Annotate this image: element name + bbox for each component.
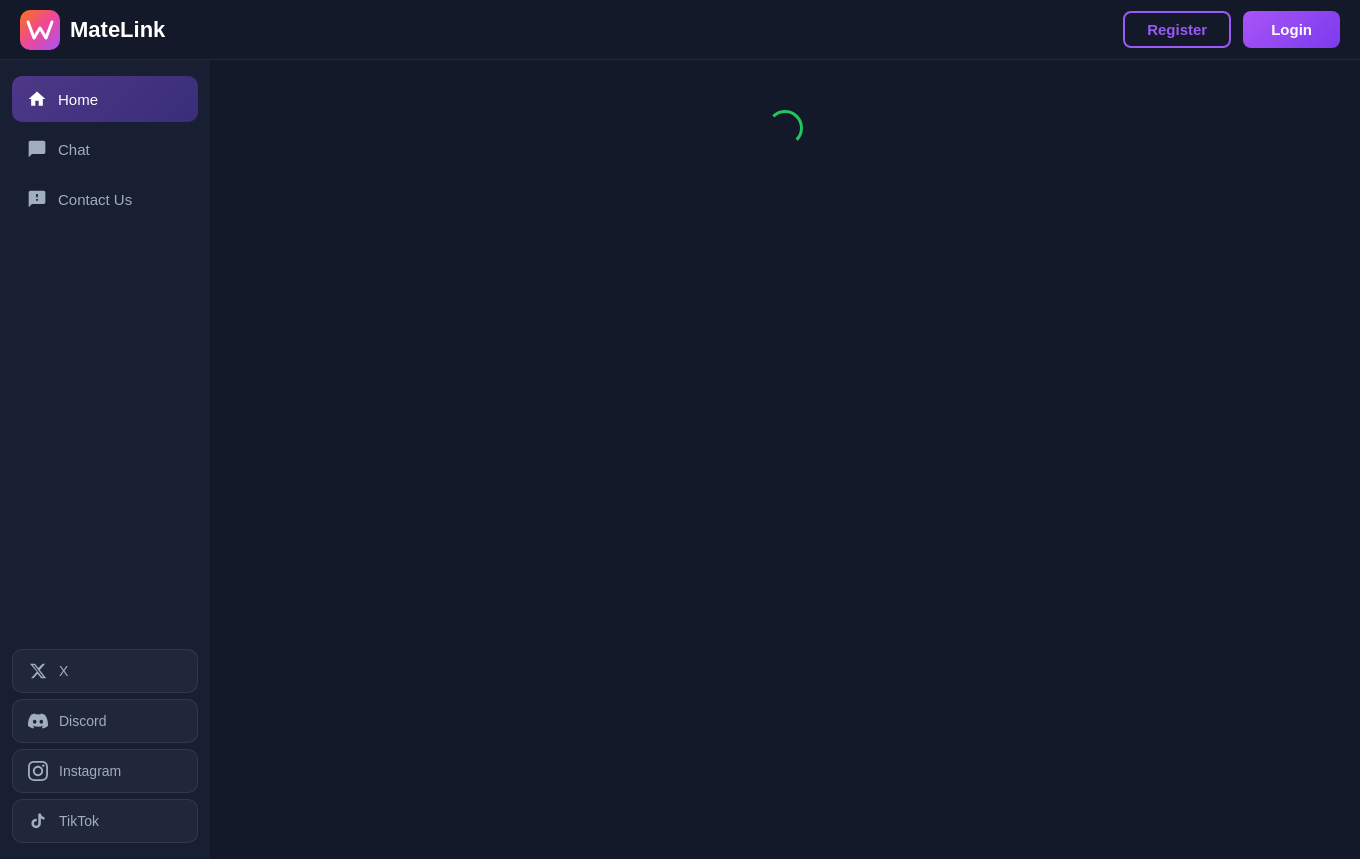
- sidebar-nav: Home Chat Contact Us: [12, 76, 198, 641]
- social-item-x-label: X: [59, 663, 68, 679]
- home-icon: [26, 88, 48, 110]
- instagram-icon: [27, 760, 49, 782]
- sidebar-item-chat-label: Chat: [58, 141, 90, 158]
- loading-spinner: [767, 110, 803, 146]
- brand-logo-icon: [20, 10, 60, 50]
- topnav: MateLink Register Login: [0, 0, 1360, 60]
- social-item-instagram-label: Instagram: [59, 763, 121, 779]
- nav-buttons: Register Login: [1123, 11, 1340, 48]
- x-icon: [27, 660, 49, 682]
- sidebar-item-home[interactable]: Home: [12, 76, 198, 122]
- brand-logo-link[interactable]: MateLink: [20, 10, 165, 50]
- sidebar-social: X Discord Instagram: [12, 649, 198, 843]
- login-button[interactable]: Login: [1243, 11, 1340, 48]
- contact-icon: [26, 188, 48, 210]
- chat-icon: [26, 138, 48, 160]
- main-content: [210, 60, 1360, 859]
- register-button[interactable]: Register: [1123, 11, 1231, 48]
- tiktok-icon: [27, 810, 49, 832]
- sidebar: Home Chat Contact Us: [0, 60, 210, 859]
- social-item-discord-label: Discord: [59, 713, 106, 729]
- sidebar-item-contact[interactable]: Contact Us: [12, 176, 198, 222]
- social-item-discord[interactable]: Discord: [12, 699, 198, 743]
- spinner-arc: [767, 110, 803, 146]
- social-item-tiktok[interactable]: TikTok: [12, 799, 198, 843]
- sidebar-item-contact-label: Contact Us: [58, 191, 132, 208]
- sidebar-item-chat[interactable]: Chat: [12, 126, 198, 172]
- sidebar-item-home-label: Home: [58, 91, 98, 108]
- social-item-instagram[interactable]: Instagram: [12, 749, 198, 793]
- discord-icon: [27, 710, 49, 732]
- social-item-tiktok-label: TikTok: [59, 813, 99, 829]
- brand-name-text: MateLink: [70, 17, 165, 43]
- main-layout: Home Chat Contact Us: [0, 60, 1360, 859]
- social-item-x[interactable]: X: [12, 649, 198, 693]
